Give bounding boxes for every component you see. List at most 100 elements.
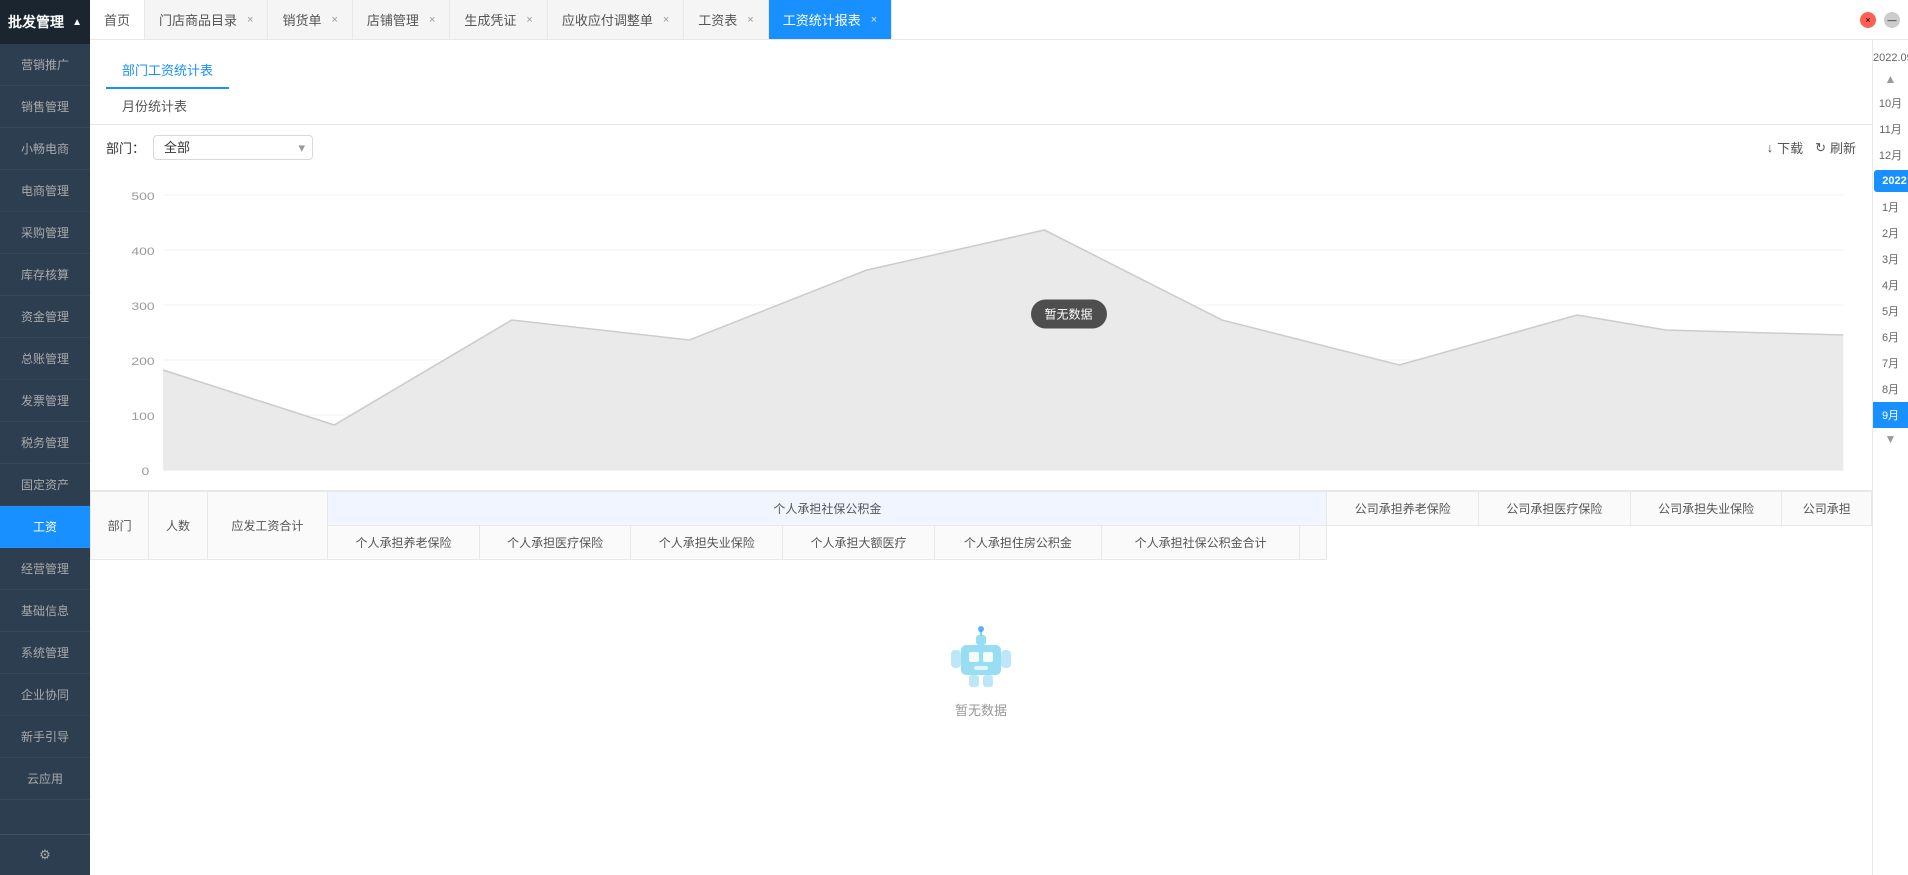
table-header-row2: 个人承担养老保险 个人承担医疗保险 个人承担失业保险 个人承担大额医疗 个人承担…: [91, 526, 1872, 560]
sidebar-item-4[interactable]: 采购管理: [0, 212, 90, 254]
month-item-9[interactable]: 6月: [1872, 324, 1908, 350]
tab-close-1[interactable]: ×: [247, 14, 253, 26]
panel-down-arrow[interactable]: ▼: [1881, 428, 1901, 450]
sidebar-item-5[interactable]: 库存核算: [0, 254, 90, 296]
tab-bar: 首页门店商品目录×销货单×店铺管理×生成凭证×应收应付调整单×工资表×工资统计报…: [90, 0, 1908, 40]
month-item-5[interactable]: 2月: [1872, 220, 1908, 246]
th-personal-medical: 个人承担医疗保险: [479, 526, 631, 560]
sidebar-item-1[interactable]: 销售管理: [0, 86, 90, 128]
refresh-label: 刷新: [1830, 138, 1856, 157]
sub-tab-0[interactable]: 部门工资统计表: [106, 52, 229, 89]
th-placeholder: [1300, 526, 1327, 560]
sidebar-header[interactable]: 批发管理 ▲: [0, 0, 90, 44]
th-personal-unemploy: 个人承担失业保险: [631, 526, 783, 560]
sidebar-item-9[interactable]: 税务管理: [0, 422, 90, 464]
sidebar-item-12[interactable]: 经营管理: [0, 548, 90, 590]
th-dept: 部门: [91, 492, 149, 560]
month-item-4[interactable]: 1月: [1872, 194, 1908, 220]
refresh-icon: ↻: [1815, 140, 1826, 156]
chart-area: [163, 230, 1843, 470]
tab-item-3[interactable]: 店铺管理×: [353, 0, 450, 40]
th-total-salary: 应发工资合计: [207, 492, 328, 560]
table-header-row1: 部门 人数 应发工资合计 个人承担社保公积金 公司承担养老保险 公司承担医疗保险…: [91, 492, 1872, 526]
th-company-unemploy: 公司承担失业保险: [1630, 492, 1782, 526]
tab-item-0[interactable]: 首页: [90, 0, 145, 40]
th-count: 人数: [149, 492, 207, 560]
sub-tab-bar: 部门工资统计表月份统计表: [90, 40, 1872, 125]
svg-text:300: 300: [131, 300, 154, 312]
refresh-button[interactable]: ↻ 刷新: [1815, 138, 1856, 157]
sidebar-item-2[interactable]: 小畅电商: [0, 128, 90, 170]
data-table: 部门 人数 应发工资合计 个人承担社保公积金 公司承担养老保险 公司承担医疗保险…: [90, 491, 1872, 560]
th-personal-housing: 个人承担住房公积金: [934, 526, 1101, 560]
sidebar-item-16[interactable]: 新手引导: [0, 716, 90, 758]
month-item-11[interactable]: 8月: [1872, 376, 1908, 402]
month-item-2[interactable]: 12月: [1872, 142, 1908, 168]
table-wrapper: 部门 人数 应发工资合计 个人承担社保公积金 公司承担养老保险 公司承担医疗保险…: [90, 490, 1872, 759]
month-item-3[interactable]: 2022: [1874, 170, 1908, 192]
sidebar-item-7[interactable]: 总账管理: [0, 338, 90, 380]
tab-close-3[interactable]: ×: [429, 14, 435, 26]
tab-item-5[interactable]: 应收应付调整单 ×: [548, 0, 684, 40]
tab-close-4[interactable]: ×: [526, 14, 532, 26]
toolbar: 部门： 全部 ▾ ↓ 下载 ↻ 刷新: [90, 125, 1872, 170]
month-item-8[interactable]: 5月: [1872, 298, 1908, 324]
window-close-button[interactable]: ×: [1860, 12, 1876, 28]
empty-robot-icon: [941, 620, 1021, 700]
window-controls: × —: [1852, 12, 1908, 28]
tab-item-7[interactable]: 工资统计报表×: [769, 0, 892, 40]
dept-select[interactable]: 全部: [153, 135, 313, 160]
tab-label-1: 门店商品目录: [159, 10, 237, 29]
tab-label-6: 工资表: [698, 10, 737, 29]
th-company-other: 公司承担: [1782, 492, 1872, 526]
th-personal-total: 个人承担社保公积金合计: [1101, 526, 1299, 560]
tab-close-6[interactable]: ×: [747, 14, 753, 26]
sidebar-item-17[interactable]: 云应用: [0, 758, 90, 800]
th-personal-group: 个人承担社保公积金: [328, 492, 1327, 526]
month-item-0[interactable]: 10月: [1872, 90, 1908, 116]
panel-up-arrow[interactable]: ▲: [1881, 68, 1901, 90]
sidebar: 批发管理 ▲ 营销推广销售管理小畅电商电商管理采购管理库存核算资金管理总账管理发…: [0, 0, 90, 875]
sidebar-item-13[interactable]: 基础信息: [0, 590, 90, 632]
tab-close-2[interactable]: ×: [331, 14, 337, 26]
svg-text:500: 500: [131, 190, 154, 202]
th-personal-large-medical: 个人承担大额医疗: [783, 526, 935, 560]
main-area: 首页门店商品目录×销货单×店铺管理×生成凭证×应收应付调整单×工资表×工资统计报…: [90, 0, 1908, 875]
tab-item-1[interactable]: 门店商品目录 ×: [145, 0, 268, 40]
month-item-1[interactable]: 11月: [1872, 116, 1908, 142]
month-item-10[interactable]: 7月: [1872, 350, 1908, 376]
download-label: 下载: [1777, 138, 1803, 157]
right-panel: 2022.09 ▲ 10月11月12月20221月2月3月4月5月6月7月8月9…: [1872, 40, 1908, 875]
sidebar-item-8[interactable]: 发票管理: [0, 380, 90, 422]
tab-item-2[interactable]: 销货单×: [268, 0, 352, 40]
svg-text:0: 0: [142, 465, 150, 477]
sidebar-item-14[interactable]: 系统管理: [0, 632, 90, 674]
sidebar-item-6[interactable]: 资金管理: [0, 296, 90, 338]
window-minimize-button[interactable]: —: [1884, 12, 1900, 28]
area-chart: 0 100 200 300 400 500: [106, 170, 1856, 490]
tab-close-5[interactable]: ×: [663, 14, 669, 26]
chart-wrapper: 0 100 200 300 400 500: [90, 170, 1872, 490]
sub-tab-1[interactable]: 月份统计表: [106, 88, 229, 125]
month-item-7[interactable]: 4月: [1872, 272, 1908, 298]
download-button[interactable]: ↓ 下载: [1767, 138, 1804, 157]
tab-item-6[interactable]: 工资表 ×: [684, 0, 768, 40]
empty-state: 暂无数据: [90, 560, 1872, 759]
month-item-6[interactable]: 3月: [1872, 246, 1908, 272]
sidebar-item-0[interactable]: 营销推广: [0, 44, 90, 86]
gear-icon: ⚙: [39, 847, 51, 862]
sidebar-item-10[interactable]: 固定资产: [0, 464, 90, 506]
chart-container: 0 100 200 300 400 500: [106, 170, 1856, 490]
sidebar-item-11[interactable]: 工资: [0, 506, 90, 548]
toolbar-left: 部门： 全部 ▾: [106, 135, 313, 160]
svg-text:100: 100: [131, 410, 154, 422]
tab-label-5: 应收应付调整单: [562, 10, 653, 29]
dept-select-wrapper: 全部 ▾: [153, 135, 313, 160]
month-item-12[interactable]: 9月: [1872, 402, 1908, 428]
sidebar-item-3[interactable]: 电商管理: [0, 170, 90, 212]
th-personal-pension: 个人承担养老保险: [328, 526, 480, 560]
sidebar-item-15[interactable]: 企业协同: [0, 674, 90, 716]
sidebar-footer-settings[interactable]: ⚙: [0, 834, 90, 875]
tab-item-4[interactable]: 生成凭证×: [450, 0, 547, 40]
tab-close-7[interactable]: ×: [871, 14, 877, 26]
